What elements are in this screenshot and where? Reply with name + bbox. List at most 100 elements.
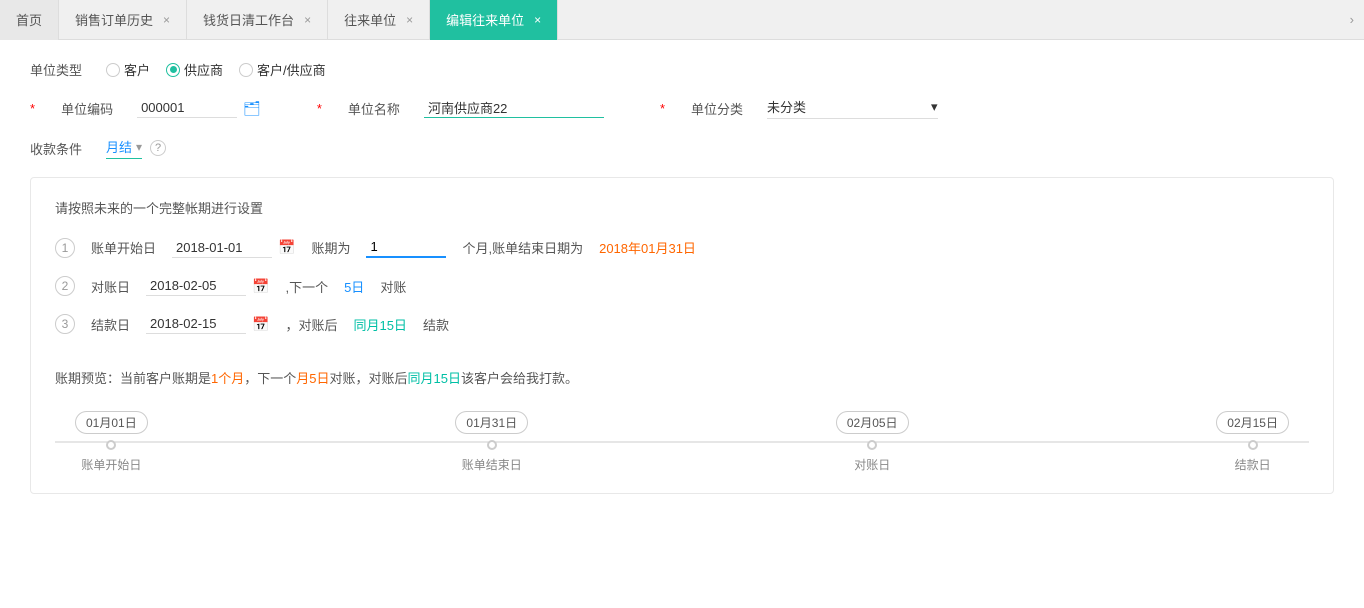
step-3-desc-prefix: ，对账后 bbox=[285, 315, 337, 334]
unit-code-input[interactable] bbox=[137, 98, 237, 118]
settings-title: 请按照未来的一个完整帐期进行设置 bbox=[55, 198, 1309, 217]
radio-both[interactable]: 客户/供应商 bbox=[239, 60, 326, 79]
tl-badge-0: 01月01日 bbox=[75, 411, 148, 434]
preview-highlight1: 1个月 bbox=[211, 371, 244, 386]
tab-partner-units[interactable]: 往来单位 × bbox=[328, 0, 430, 40]
step-row-3: 3 结款日 📅 ，对账后 同月15日 结款 bbox=[55, 314, 1309, 334]
step-label-2: 对账日 bbox=[91, 277, 130, 296]
payment-condition-value: 月结 bbox=[106, 137, 132, 156]
radio-circle-customer bbox=[106, 63, 120, 77]
radio-supplier[interactable]: 供应商 bbox=[166, 60, 223, 79]
tl-badge-3: 02月15日 bbox=[1216, 411, 1289, 434]
step-3-desc-suffix: 结款 bbox=[423, 315, 449, 334]
tab-edit-partner-unit[interactable]: 编辑往来单位 × bbox=[430, 0, 558, 40]
step-label-3: 结款日 bbox=[91, 315, 130, 334]
step-2-calendar-icon[interactable]: 📅 bbox=[252, 278, 269, 295]
payment-condition-wrap: 月结 ▾ ? bbox=[106, 137, 166, 159]
tab-close-icon[interactable]: × bbox=[406, 13, 413, 27]
step-2-date-wrap: 📅 bbox=[146, 276, 269, 296]
step-1-desc-suffix: 个月,账单结束日期为 bbox=[462, 238, 583, 257]
unit-info-row: * 单位编码 🗂 * 单位名称 * 单位分类 未分类 ▾ bbox=[30, 97, 1334, 119]
preview-middle1: ，下一个 bbox=[244, 371, 296, 386]
payment-condition-arrow-icon: ▾ bbox=[136, 140, 142, 154]
step-num-2: 2 bbox=[55, 276, 75, 296]
tab-cashflow-workbench[interactable]: 钱货日清工作台 × bbox=[187, 0, 328, 40]
step-1-date-wrap: 📅 bbox=[172, 238, 295, 258]
tab-close-icon[interactable]: × bbox=[304, 13, 311, 27]
tab-home[interactable]: 首页 bbox=[0, 0, 59, 40]
payment-condition-select[interactable]: 月结 ▾ bbox=[106, 137, 142, 159]
radio-both-label: 客户/供应商 bbox=[257, 60, 326, 79]
tab-label: 往来单位 bbox=[344, 10, 396, 29]
unit-name-wrap bbox=[424, 98, 604, 118]
tl-label-2: 对账日 bbox=[854, 456, 890, 473]
tab-label: 首页 bbox=[16, 10, 42, 29]
preview-suffix: 该客户会给我打款。 bbox=[461, 371, 578, 386]
preview-highlight2: 月5日 bbox=[296, 371, 329, 386]
unit-code-star: * bbox=[30, 101, 35, 116]
timeline: 01月01日 账单开始日 01月31日 账单结束日 02月05日 对账日 02月… bbox=[55, 411, 1309, 473]
step-2-highlight: 5日 bbox=[344, 277, 364, 296]
step-row-2: 2 对账日 📅 ,下一个 5日 对账 bbox=[55, 276, 1309, 296]
step-num-1: 1 bbox=[55, 238, 75, 258]
step-num-3: 3 bbox=[55, 314, 75, 334]
unit-category-arrow-icon: ▾ bbox=[931, 99, 938, 115]
step-1-calendar-icon[interactable]: 📅 bbox=[278, 239, 295, 256]
radio-customer[interactable]: 客户 bbox=[106, 60, 150, 79]
radio-circle-supplier bbox=[166, 63, 180, 77]
unit-category-label: 单位分类 bbox=[691, 99, 743, 118]
tab-sales-order-history[interactable]: 销售订单历史 × bbox=[59, 0, 187, 40]
tab-label: 编辑往来单位 bbox=[446, 10, 524, 29]
unit-type-row: 单位类型 客户 供应商 客户/供应商 bbox=[30, 60, 1334, 79]
radio-supplier-label: 供应商 bbox=[184, 60, 223, 79]
tab-close-icon[interactable]: × bbox=[163, 13, 170, 27]
unit-name-star: * bbox=[317, 101, 322, 116]
tl-badge-1: 01月31日 bbox=[455, 411, 528, 434]
step-3-highlight: 同月15日 bbox=[353, 315, 406, 334]
tab-label: 钱货日清工作台 bbox=[203, 10, 294, 29]
tab-bar: 首页 销售订单历史 × 钱货日清工作台 × 往来单位 × 编辑往来单位 × › bbox=[0, 0, 1364, 40]
unit-type-radio-group: 客户 供应商 客户/供应商 bbox=[106, 60, 326, 79]
payment-condition-row: 收款条件 月结 ▾ ? bbox=[30, 137, 1334, 159]
tab-label: 销售订单历史 bbox=[75, 10, 153, 29]
unit-category-value: 未分类 bbox=[767, 97, 927, 116]
preview-highlight3: 同月15日 bbox=[408, 371, 461, 386]
preview-text: 账期预览：当前客户账期是1个月，下一个月5日对账，对账后同月15日该客户会给我打… bbox=[55, 368, 1309, 387]
timeline-point-2: 02月05日 对账日 bbox=[836, 411, 909, 473]
preview-section: 账期预览：当前客户账期是1个月，下一个月5日对账，对账后同月15日该客户会给我打… bbox=[55, 352, 1309, 473]
tl-label-0: 账单开始日 bbox=[81, 456, 141, 473]
radio-circle-both bbox=[239, 63, 253, 77]
tab-scroll-arrow[interactable]: › bbox=[1340, 12, 1364, 27]
radio-customer-label: 客户 bbox=[124, 60, 150, 79]
step-1-date-input[interactable] bbox=[172, 238, 272, 258]
timeline-point-0: 01月01日 账单开始日 bbox=[75, 411, 148, 473]
unit-name-label: 单位名称 bbox=[348, 99, 400, 118]
timeline-point-3: 02月15日 结款日 bbox=[1216, 411, 1289, 473]
step-3-date-input[interactable] bbox=[146, 314, 246, 334]
period-input[interactable] bbox=[366, 237, 446, 258]
help-icon[interactable]: ? bbox=[150, 140, 166, 156]
step-1-highlight: 2018年01月31日 bbox=[599, 238, 696, 257]
preview-prefix: 账期预览：当前客户账期是 bbox=[55, 371, 211, 386]
tl-dot-0 bbox=[106, 440, 116, 450]
unit-name-input[interactable] bbox=[424, 98, 604, 118]
main-content: 单位类型 客户 供应商 客户/供应商 * 单位编码 🗂 * 单位名称 bbox=[0, 40, 1364, 608]
tab-close-icon[interactable]: × bbox=[534, 13, 541, 27]
unit-category-select[interactable]: 未分类 ▾ bbox=[767, 97, 938, 119]
step-label-1: 账单开始日 bbox=[91, 238, 156, 257]
tl-dot-1 bbox=[487, 440, 497, 450]
settings-box: 请按照未来的一个完整帐期进行设置 1 账单开始日 📅 账期为 个月,账单结束日期… bbox=[30, 177, 1334, 494]
tl-dot-2 bbox=[867, 440, 877, 450]
step-3-calendar-icon[interactable]: 📅 bbox=[252, 316, 269, 333]
step-2-desc-suffix: 对账 bbox=[380, 277, 406, 296]
timeline-points: 01月01日 账单开始日 01月31日 账单结束日 02月05日 对账日 02月… bbox=[75, 411, 1289, 473]
unit-code-label: 单位编码 bbox=[61, 99, 113, 118]
step-3-date-wrap: 📅 bbox=[146, 314, 269, 334]
step-2-desc-prefix: ,下一个 bbox=[285, 277, 328, 296]
timeline-point-1: 01月31日 账单结束日 bbox=[455, 411, 528, 473]
unit-code-wrap: 🗂 bbox=[137, 98, 261, 118]
tl-label-1: 账单结束日 bbox=[462, 456, 522, 473]
unit-code-calendar-icon[interactable]: 🗂 bbox=[243, 100, 261, 117]
step-2-date-input[interactable] bbox=[146, 276, 246, 296]
tl-label-3: 结款日 bbox=[1235, 456, 1271, 473]
